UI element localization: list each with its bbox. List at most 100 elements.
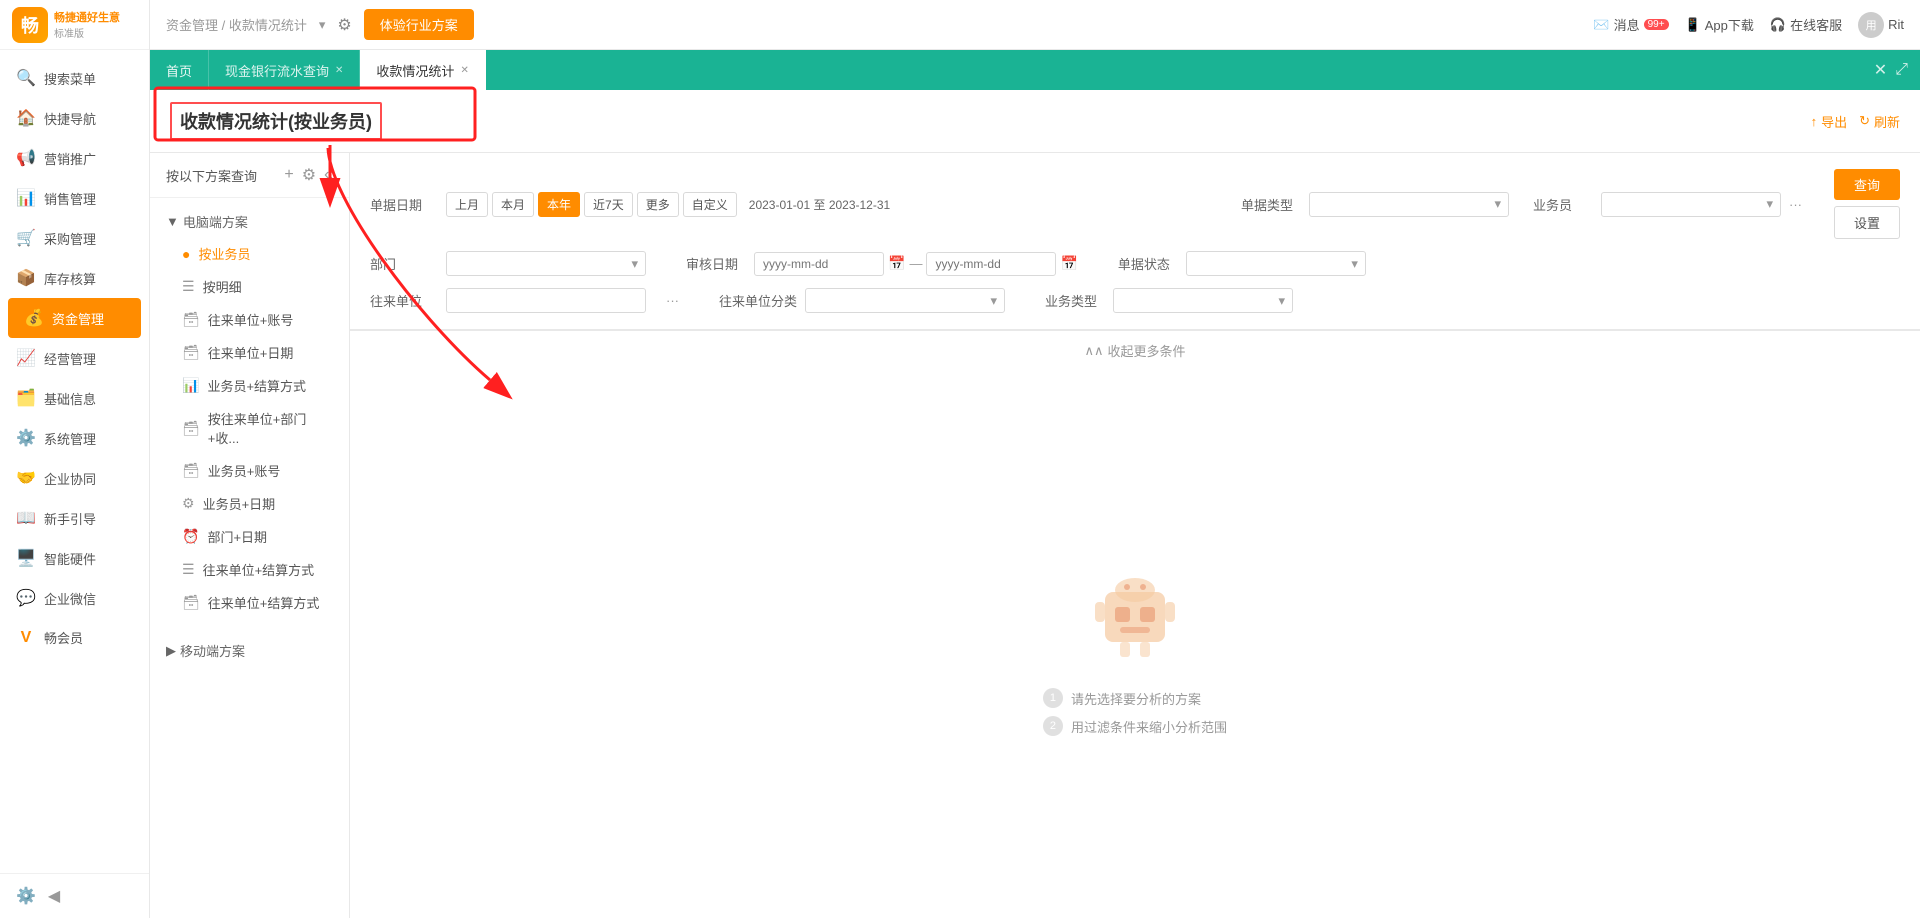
date-btn-more[interactable]: 更多: [637, 192, 679, 217]
tab-home-label: 首页: [166, 61, 192, 80]
sidebar-item-enterprise[interactable]: 🤝 企业协同: [0, 458, 149, 498]
scheme-item-dept-date[interactable]: ⏰ 部门+日期: [150, 520, 349, 553]
scheme-group-mobile-header[interactable]: ▶ 移动端方案: [150, 635, 349, 666]
sidebar-item-inventory[interactable]: 📦 库存核算: [0, 258, 149, 298]
sidebar-item-hardware[interactable]: 🖥️ 智能硬件: [0, 538, 149, 578]
left-panel-settings-icon[interactable]: ⚙: [302, 165, 316, 185]
refresh-button[interactable]: ↻ 刷新: [1859, 112, 1900, 131]
doc-status-select[interactable]: [1186, 251, 1366, 276]
page-content: 收款情况统计(按业务员) ↑ 导出 ↻ 刷新 按以下方案查询 +: [150, 90, 1920, 918]
date-btn-custom[interactable]: 自定义: [683, 192, 737, 217]
doc-type-select-wrapper: [1309, 192, 1509, 217]
scheme-group-label: 电脑端方案: [183, 212, 248, 231]
date-btn-thismonth[interactable]: 本月: [492, 192, 534, 217]
sidebar-item-label: 资金管理: [52, 309, 104, 328]
scheme-item-label: 业务员+账号: [208, 461, 281, 480]
scheme-item-unit-settle1[interactable]: ☰ 往来单位+结算方式: [150, 553, 349, 586]
salesperson-select-wrapper: [1601, 192, 1781, 217]
sidebar-item-label: 系统管理: [44, 429, 96, 448]
settings-bottom-icon[interactable]: ⚙️: [16, 886, 36, 906]
scheme-salesperson-icon: ●: [182, 246, 190, 262]
tab-bank-close[interactable]: ✕: [335, 65, 343, 76]
scheme-group-pc-header[interactable]: ▼ 电脑端方案: [150, 206, 349, 237]
unit-category-select-wrapper: [805, 288, 1005, 313]
review-date-end-input[interactable]: [926, 252, 1056, 276]
scheme-item-sales-settle[interactable]: 📊 业务员+结算方式: [150, 369, 349, 402]
sidebar-item-basic[interactable]: 🗂️ 基础信息: [0, 378, 149, 418]
scheme-item-sales-date[interactable]: ⚙ 业务员+日期: [150, 487, 349, 520]
app-download-action[interactable]: 📱 App下载: [1685, 15, 1754, 34]
scheme-item-unit-account[interactable]: 🗃 往来单位+账号: [150, 303, 349, 336]
salesperson-select[interactable]: [1601, 192, 1781, 217]
unit-more-icon[interactable]: ···: [666, 293, 679, 308]
step-2-text: 用过滤条件来缩小分析范围: [1071, 717, 1227, 736]
sidebar-item-guide[interactable]: 📖 新手引导: [0, 498, 149, 538]
export-button[interactable]: ↑ 导出: [1811, 112, 1848, 131]
topbar: 资金管理 / 收款情况统计 ▾ ⚙ 体验行业方案 ✉️ 消息 99+ 📱 App…: [150, 0, 1920, 50]
filter-section: 单据日期 上月 本月 本年 近7天 更多 自定义 2023-01-01 至 20…: [350, 153, 1920, 330]
sidebar-item-marketing[interactable]: 📢 营销推广: [0, 138, 149, 178]
sidebar-item-search[interactable]: 🔍 搜索菜单: [0, 58, 149, 98]
settings-button[interactable]: 设置: [1834, 206, 1900, 239]
business-type-select[interactable]: [1113, 288, 1293, 313]
tab-close-icon[interactable]: ✕: [1874, 60, 1887, 80]
sidebar-item-purchase[interactable]: 🛒 采购管理: [0, 218, 149, 258]
topbar-gear-icon[interactable]: ⚙: [337, 15, 351, 35]
date-btn-lastmonth[interactable]: 上月: [446, 192, 488, 217]
dept-select[interactable]: [446, 251, 646, 276]
sidebar-item-wechat[interactable]: 💬 企业微信: [0, 578, 149, 618]
message-action[interactable]: ✉️ 消息 99+: [1593, 15, 1668, 34]
logo-badge: 标准版: [54, 25, 120, 40]
online-service-action[interactable]: 🎧 在线客服: [1770, 15, 1842, 34]
sidebar-item-label: 新手引导: [44, 509, 96, 528]
review-date-label: 审核日期: [686, 254, 746, 273]
tab-home[interactable]: 首页: [150, 50, 209, 90]
left-panel-collapse-icon[interactable]: «: [324, 166, 333, 184]
scheme-sales-account-icon: 🗃: [182, 462, 200, 479]
tab-receipt[interactable]: 收款情况统计 ✕: [360, 50, 485, 90]
empty-robot-icon: [1075, 552, 1195, 672]
scheme-item-unit-date[interactable]: 🗃 往来单位+日期: [150, 336, 349, 369]
scheme-item-detail[interactable]: ☰ 按明细: [150, 270, 349, 303]
scheme-item-sales-account[interactable]: 🗃 业务员+账号: [150, 454, 349, 487]
sidebar-item-system[interactable]: ⚙️ 系统管理: [0, 418, 149, 458]
left-panel-actions: + ⚙ «: [284, 165, 333, 185]
scheme-item-salesperson[interactable]: ● 按业务员: [150, 237, 349, 270]
sidebar-item-member[interactable]: V 畅会员: [0, 618, 149, 657]
doc-type-select[interactable]: [1309, 192, 1509, 217]
solution-button[interactable]: 体验行业方案: [364, 9, 474, 40]
unit-input[interactable]: [446, 288, 646, 313]
date-label: 单据日期: [370, 195, 430, 214]
scheme-detail-icon: ☰: [182, 278, 195, 295]
collapse-bottom-icon[interactable]: ◀: [48, 886, 60, 906]
tab-receipt-close[interactable]: ✕: [460, 65, 468, 76]
scheme-unit-date-icon: 🗃: [182, 344, 200, 361]
sidebar-item-finance[interactable]: 💰 资金管理: [8, 298, 141, 338]
scheme-item-label: 部门+日期: [207, 527, 267, 546]
tab-bank-label: 现金银行流水查询: [225, 61, 329, 80]
tabbar: 首页 现金银行流水查询 ✕ 收款情况统计 ✕ ✕ ⤢: [150, 50, 1920, 90]
sidebar-item-sales[interactable]: 📊 销售管理: [0, 178, 149, 218]
date-btn-7days[interactable]: 近7天: [584, 192, 633, 217]
date-btn-thisyear[interactable]: 本年: [538, 192, 580, 217]
tab-bank[interactable]: 现金银行流水查询 ✕: [209, 50, 360, 90]
empty-step-2: 2 用过滤条件来缩小分析范围: [1043, 716, 1227, 736]
collapse-more-btn[interactable]: ∧∧ 收起更多条件: [350, 330, 1920, 370]
scheme-item-unit-dept[interactable]: 🗃 按往来单位+部门+收...: [150, 402, 349, 454]
sidebar-item-quicknav[interactable]: 🏠 快捷导航: [0, 98, 149, 138]
salesperson-more-icon[interactable]: ···: [1789, 197, 1802, 212]
sidebar-item-operation[interactable]: 📈 经营管理: [0, 338, 149, 378]
tab-expand-icon[interactable]: ⤢: [1895, 61, 1908, 79]
review-date-start-input[interactable]: [754, 252, 884, 276]
online-service-label: 在线客服: [1790, 15, 1842, 34]
topbar-dropdown-icon[interactable]: ▾: [319, 17, 326, 33]
user-action[interactable]: 用 Rit: [1858, 12, 1904, 38]
scheme-unit-dept-icon: 🗃: [182, 420, 200, 437]
left-panel-add-icon[interactable]: +: [284, 166, 293, 184]
scheme-item-unit-settle2[interactable]: 🗃 往来单位+结算方式: [150, 586, 349, 619]
left-panel-title: 按以下方案查询: [166, 166, 257, 185]
unit-category-select[interactable]: [805, 288, 1005, 313]
unit-category-label: 往来单位分类: [719, 291, 797, 310]
basic-icon: 🗂️: [16, 388, 36, 408]
query-button[interactable]: 查询: [1834, 169, 1900, 200]
